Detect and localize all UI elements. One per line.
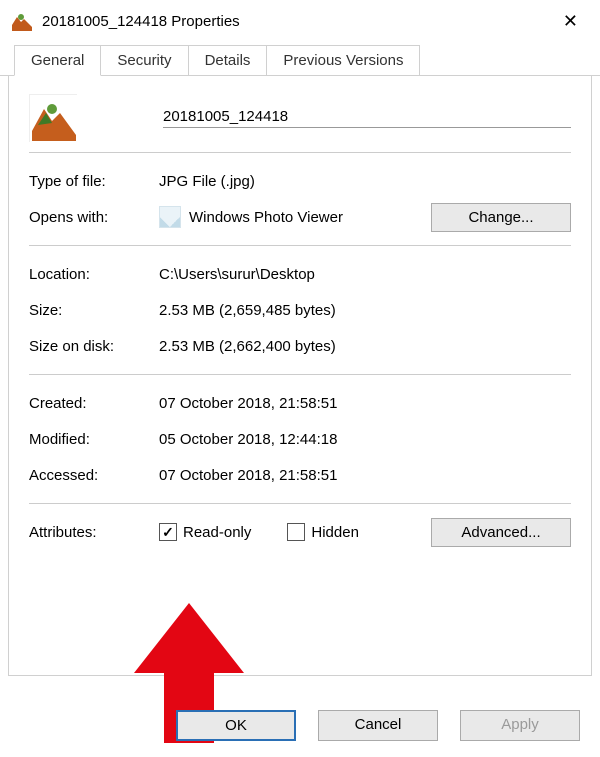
close-button[interactable]: ✕ [555, 7, 586, 36]
value-size-on-disk: 2.53 MB (2,662,400 bytes) [159, 338, 571, 355]
cancel-button[interactable]: Cancel [318, 710, 438, 741]
change-button[interactable]: Change... [431, 203, 571, 232]
label-attributes: Attributes: [29, 524, 159, 541]
filename-field[interactable]: 20181005_124418 [163, 108, 571, 128]
readonly-checkbox[interactable] [159, 523, 177, 541]
label-created: Created: [29, 395, 159, 412]
value-modified: 05 October 2018, 12:44:18 [159, 431, 571, 448]
app-icon [12, 11, 32, 31]
label-size-on-disk: Size on disk: [29, 338, 159, 355]
readonly-label: Read-only [183, 524, 251, 541]
value-size: 2.53 MB (2,659,485 bytes) [159, 302, 571, 319]
general-panel: 20181005_124418 Type of file: JPG File (… [8, 76, 592, 676]
separator [29, 374, 571, 375]
label-accessed: Accessed: [29, 467, 159, 484]
value-location: C:\Users\surur\Desktop [159, 266, 571, 283]
label-location: Location: [29, 266, 159, 283]
advanced-button[interactable]: Advanced... [431, 518, 571, 547]
tab-general[interactable]: General [14, 45, 101, 76]
value-opens-with: Windows Photo Viewer [189, 209, 343, 226]
value-created: 07 October 2018, 21:58:51 [159, 395, 571, 412]
hidden-checkbox[interactable] [287, 523, 305, 541]
tab-security[interactable]: Security [100, 45, 188, 75]
label-opens-with: Opens with: [29, 209, 159, 226]
tab-details[interactable]: Details [188, 45, 268, 75]
window-title: 20181005_124418 Properties [42, 13, 555, 30]
value-type-of-file: JPG File (.jpg) [159, 173, 571, 190]
label-size: Size: [29, 302, 159, 319]
tabstrip: General Security Details Previous Versio… [0, 42, 600, 76]
photo-viewer-icon [159, 206, 181, 228]
value-accessed: 07 October 2018, 21:58:51 [159, 467, 571, 484]
hidden-label: Hidden [311, 524, 359, 541]
dialog-footer: OK Cancel Apply [0, 698, 600, 757]
titlebar: 20181005_124418 Properties ✕ [0, 0, 600, 42]
apply-button[interactable]: Apply [460, 710, 580, 741]
separator [29, 503, 571, 504]
label-type-of-file: Type of file: [29, 173, 159, 190]
tab-previous-versions[interactable]: Previous Versions [266, 45, 420, 75]
file-icon [29, 94, 77, 142]
ok-button[interactable]: OK [176, 710, 296, 741]
separator [29, 152, 571, 153]
label-modified: Modified: [29, 431, 159, 448]
separator [29, 245, 571, 246]
